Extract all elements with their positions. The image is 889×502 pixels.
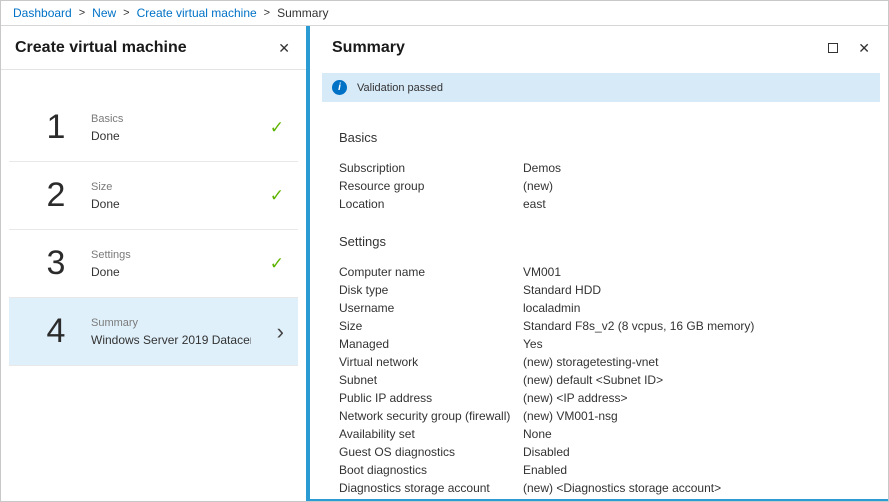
row-value: Demos (523, 159, 561, 177)
close-icon[interactable]: ✕ (278, 41, 290, 55)
row-value: Standard F8s_v2 (8 vcpus, 16 GB memory) (523, 317, 754, 335)
row-label: Guest OS diagnostics (339, 443, 523, 461)
step-label: Size (91, 181, 120, 193)
row-value: east (523, 195, 546, 213)
breadcrumb-dashboard[interactable]: Dashboard (13, 6, 72, 20)
summary-row: Location east (339, 195, 872, 213)
step-summary[interactable]: 4 Summary Windows Server 2019 Datacent..… (9, 298, 298, 366)
validation-message: Validation passed (357, 82, 443, 94)
breadcrumb-create-virtual-machine[interactable]: Create virtual machine (137, 6, 257, 20)
close-icon[interactable]: ✕ (858, 41, 870, 55)
wizard-steps: 1 Basics Done ✓ 2 Size Done ✓ (1, 70, 306, 366)
step-number: 3 (41, 244, 71, 283)
breadcrumb-separator: > (79, 7, 85, 19)
section-heading-basics: Basics (339, 130, 872, 145)
summary-row: Size Standard F8s_v2 (8 vcpus, 16 GB mem… (339, 317, 872, 335)
summary-row: Subscription Demos (339, 159, 872, 177)
create-vm-blade: Create virtual machine ✕ 1 Basics Done ✓… (1, 26, 306, 501)
summary-row: Resource group (new) (339, 177, 872, 195)
summary-row: Username localadmin (339, 299, 872, 317)
summary-row: Virtual network (new) storagetesting-vne… (339, 353, 872, 371)
row-label: Managed (339, 335, 523, 353)
summary-row: Boot diagnostics Enabled (339, 461, 872, 479)
row-value: VM001 (523, 263, 561, 281)
step-vm-description: Windows Server 2019 Datacent... (91, 333, 251, 347)
maximize-icon[interactable] (828, 43, 838, 53)
step-status: Done (91, 197, 120, 211)
validation-banner: i Validation passed (322, 73, 880, 102)
row-value: (new) <IP address> (523, 389, 628, 407)
step-size[interactable]: 2 Size Done ✓ (9, 162, 298, 230)
row-label: Subscription (339, 159, 523, 177)
step-basics[interactable]: 1 Basics Done ✓ (9, 94, 298, 162)
row-label: Computer name (339, 263, 523, 281)
breadcrumb-summary-current: Summary (277, 6, 328, 20)
row-value: (new) storagetesting-vnet (523, 353, 658, 371)
row-value: Disabled (523, 443, 570, 461)
check-icon: ✓ (270, 186, 284, 206)
row-label: Availability set (339, 425, 523, 443)
row-value: Standard HDD (523, 281, 601, 299)
row-label: Size (339, 317, 523, 335)
section-heading-settings: Settings (339, 234, 872, 249)
breadcrumb-separator: > (264, 7, 270, 19)
summary-row: Subnet (new) default <Subnet ID> (339, 371, 872, 389)
create-vm-blade-header: Create virtual machine ✕ (1, 26, 306, 70)
breadcrumb-new[interactable]: New (92, 6, 116, 20)
row-label: Subnet (339, 371, 523, 389)
summary-title: Summary (332, 39, 828, 57)
breadcrumb: Dashboard > New > Create virtual machine… (1, 1, 888, 26)
azure-portal-window: Dashboard > New > Create virtual machine… (0, 0, 889, 502)
breadcrumb-separator: > (123, 7, 129, 19)
row-label: Virtual network (339, 353, 523, 371)
row-label: Diagnostics storage account (339, 479, 523, 497)
row-value: Yes (523, 335, 543, 353)
step-label: Summary (91, 317, 251, 329)
create-vm-title: Create virtual machine (15, 39, 187, 57)
row-label: Disk type (339, 281, 523, 299)
info-icon: i (332, 80, 347, 95)
summary-content: Basics Subscription Demos Resource group… (310, 102, 888, 499)
row-label: Network security group (firewall) (339, 407, 523, 425)
step-settings[interactable]: 3 Settings Done ✓ (9, 230, 298, 298)
row-value: (new) default <Subnet ID> (523, 371, 663, 389)
step-number: 1 (41, 108, 71, 147)
chevron-right-icon: › (277, 321, 284, 343)
summary-row: Availability set None (339, 425, 872, 443)
check-icon: ✓ (270, 118, 284, 138)
row-label: Location (339, 195, 523, 213)
step-number: 4 (41, 312, 71, 351)
row-value: (new) VM001-nsg (523, 407, 618, 425)
step-status: Done (91, 129, 123, 143)
row-value: None (523, 425, 552, 443)
summary-blade: Summary ✕ i Validation passed Basics Sub… (310, 26, 888, 501)
summary-row: Computer name VM001 (339, 263, 872, 281)
step-status: Done (91, 265, 131, 279)
step-label: Settings (91, 249, 131, 261)
summary-row: Disk type Standard HDD (339, 281, 872, 299)
row-label: Public IP address (339, 389, 523, 407)
row-label: Username (339, 299, 523, 317)
summary-row: Guest OS diagnostics Disabled (339, 443, 872, 461)
summary-row: Diagnostics storage account (new) <Diagn… (339, 479, 872, 497)
row-value: localadmin (523, 299, 580, 317)
summary-row: Network security group (firewall) (new) … (339, 407, 872, 425)
row-value: (new) (523, 177, 553, 195)
row-label: Resource group (339, 177, 523, 195)
step-label: Basics (91, 113, 123, 125)
row-value: (new) <Diagnostics storage account> (523, 479, 721, 497)
check-icon: ✓ (270, 254, 284, 274)
summary-row: Public IP address (new) <IP address> (339, 389, 872, 407)
summary-row: Managed Yes (339, 335, 872, 353)
summary-blade-header: Summary ✕ (310, 26, 888, 67)
step-number: 2 (41, 176, 71, 215)
row-label: Boot diagnostics (339, 461, 523, 479)
row-value: Enabled (523, 461, 567, 479)
